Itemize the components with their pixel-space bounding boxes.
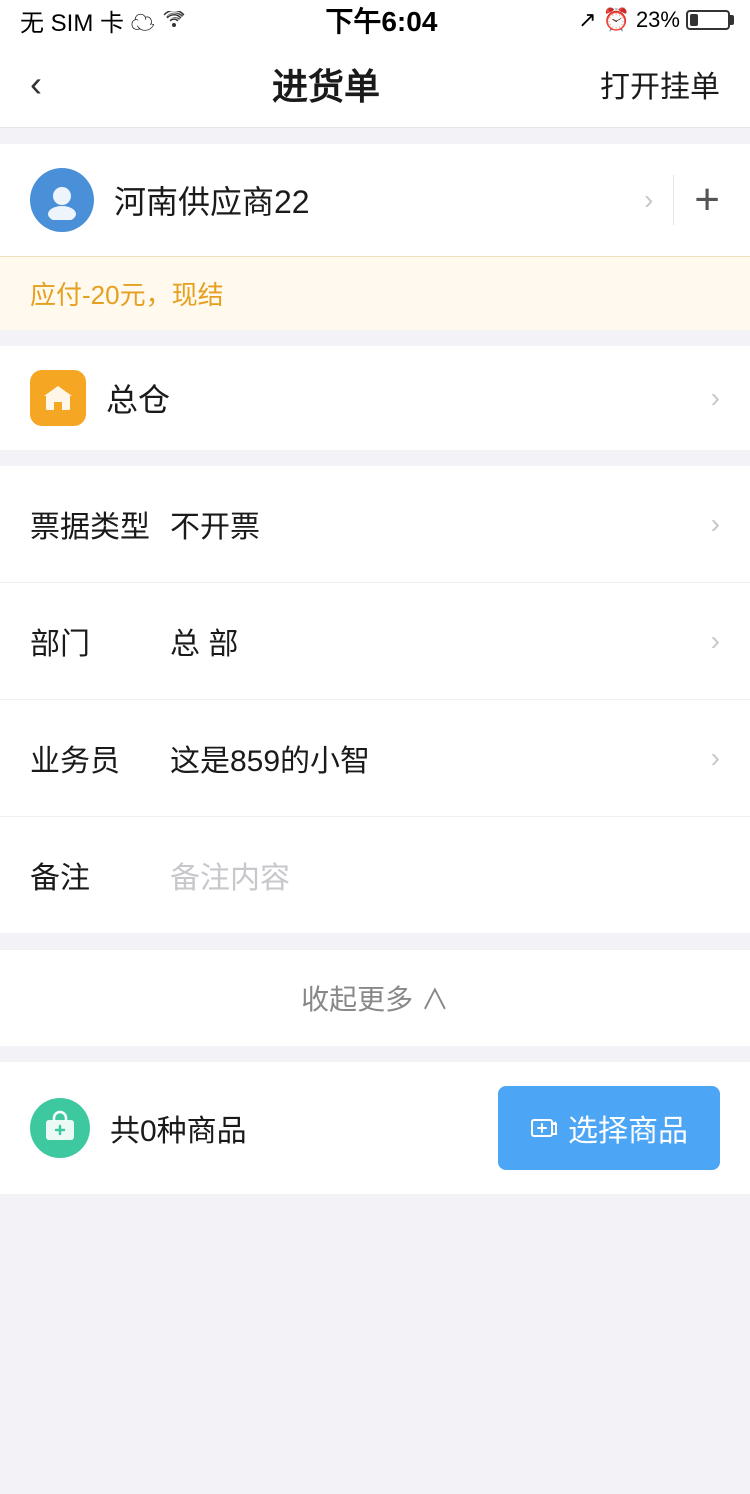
warehouse-icon bbox=[30, 370, 86, 426]
open-pending-button[interactable]: 打开挂单 bbox=[600, 62, 720, 106]
form-row-remark[interactable]: 备注 备注内容 bbox=[0, 817, 750, 933]
ticket-type-value: 不开票 bbox=[170, 502, 711, 546]
ticket-type-chevron-icon: › bbox=[711, 508, 720, 540]
warehouse-chevron-icon: › bbox=[711, 382, 720, 414]
supplier-row[interactable]: 河南供应商22 › + bbox=[0, 144, 750, 256]
back-button[interactable]: ‹ bbox=[20, 53, 52, 115]
product-bar: 共0种商品 选择商品 bbox=[0, 1062, 750, 1194]
select-product-label: 选择商品 bbox=[568, 1106, 688, 1150]
department-value: 总 部 bbox=[170, 619, 711, 663]
supplier-avatar bbox=[30, 168, 94, 232]
status-left: 无 SIM 卡 ☁ bbox=[20, 3, 185, 38]
location-icon: ↗ bbox=[578, 7, 596, 33]
page-title: 进货单 bbox=[272, 58, 380, 110]
warehouse-section[interactable]: 总仓 › bbox=[0, 346, 750, 450]
sim-label: 无 SIM 卡 ☁ bbox=[20, 3, 155, 38]
salesperson-chevron-icon: › bbox=[711, 742, 720, 774]
form-row-salesperson[interactable]: 业务员 这是859的小智 › bbox=[0, 700, 750, 817]
status-time: 下午6:04 bbox=[325, 0, 437, 40]
salesperson-label: 业务员 bbox=[30, 736, 170, 780]
warehouse-row[interactable]: 总仓 › bbox=[0, 346, 750, 450]
divider bbox=[673, 175, 674, 225]
form-row-department[interactable]: 部门 总 部 › bbox=[0, 583, 750, 700]
collapse-button[interactable]: 收起更多 ∧ bbox=[0, 949, 750, 1046]
status-bar: 无 SIM 卡 ☁ 下午6:04 ↗ ⏰ 23% bbox=[0, 0, 750, 40]
wifi-icon bbox=[163, 6, 185, 34]
supplier-chevron-icon: › bbox=[644, 184, 653, 216]
alarm-icon: ⏰ bbox=[603, 7, 630, 33]
battery-icon bbox=[686, 10, 730, 30]
nav-bar: ‹ 进货单 打开挂单 bbox=[0, 40, 750, 128]
remark-input[interactable]: 备注内容 bbox=[170, 853, 720, 897]
remark-label: 备注 bbox=[30, 853, 170, 897]
warehouse-name: 总仓 bbox=[106, 375, 711, 421]
product-icon bbox=[30, 1098, 90, 1158]
salesperson-value: 这是859的小智 bbox=[170, 736, 711, 780]
department-label: 部门 bbox=[30, 619, 170, 663]
form-row-ticket-type[interactable]: 票据类型 不开票 › bbox=[0, 466, 750, 583]
battery-label: 23% bbox=[636, 7, 680, 33]
form-section: 票据类型 不开票 › 部门 总 部 › 业务员 这是859的小智 › 备注 备注… bbox=[0, 466, 750, 933]
content-area: 河南供应商22 › + 应付-20元，现结 总仓 › 票据类型 不开票 › bbox=[0, 144, 750, 1494]
select-product-button[interactable]: 选择商品 bbox=[498, 1086, 720, 1170]
department-chevron-icon: › bbox=[711, 625, 720, 657]
status-right: ↗ ⏰ 23% bbox=[578, 7, 730, 33]
supplier-section: 河南供应商22 › + 应付-20元，现结 bbox=[0, 144, 750, 330]
add-supplier-button[interactable]: + bbox=[694, 178, 720, 222]
product-count: 共0种商品 bbox=[110, 1106, 498, 1150]
notice-bar: 应付-20元，现结 bbox=[0, 256, 750, 330]
ticket-type-label: 票据类型 bbox=[30, 502, 170, 546]
bottom-area bbox=[0, 1194, 750, 1494]
supplier-name: 河南供应商22 bbox=[114, 177, 644, 223]
